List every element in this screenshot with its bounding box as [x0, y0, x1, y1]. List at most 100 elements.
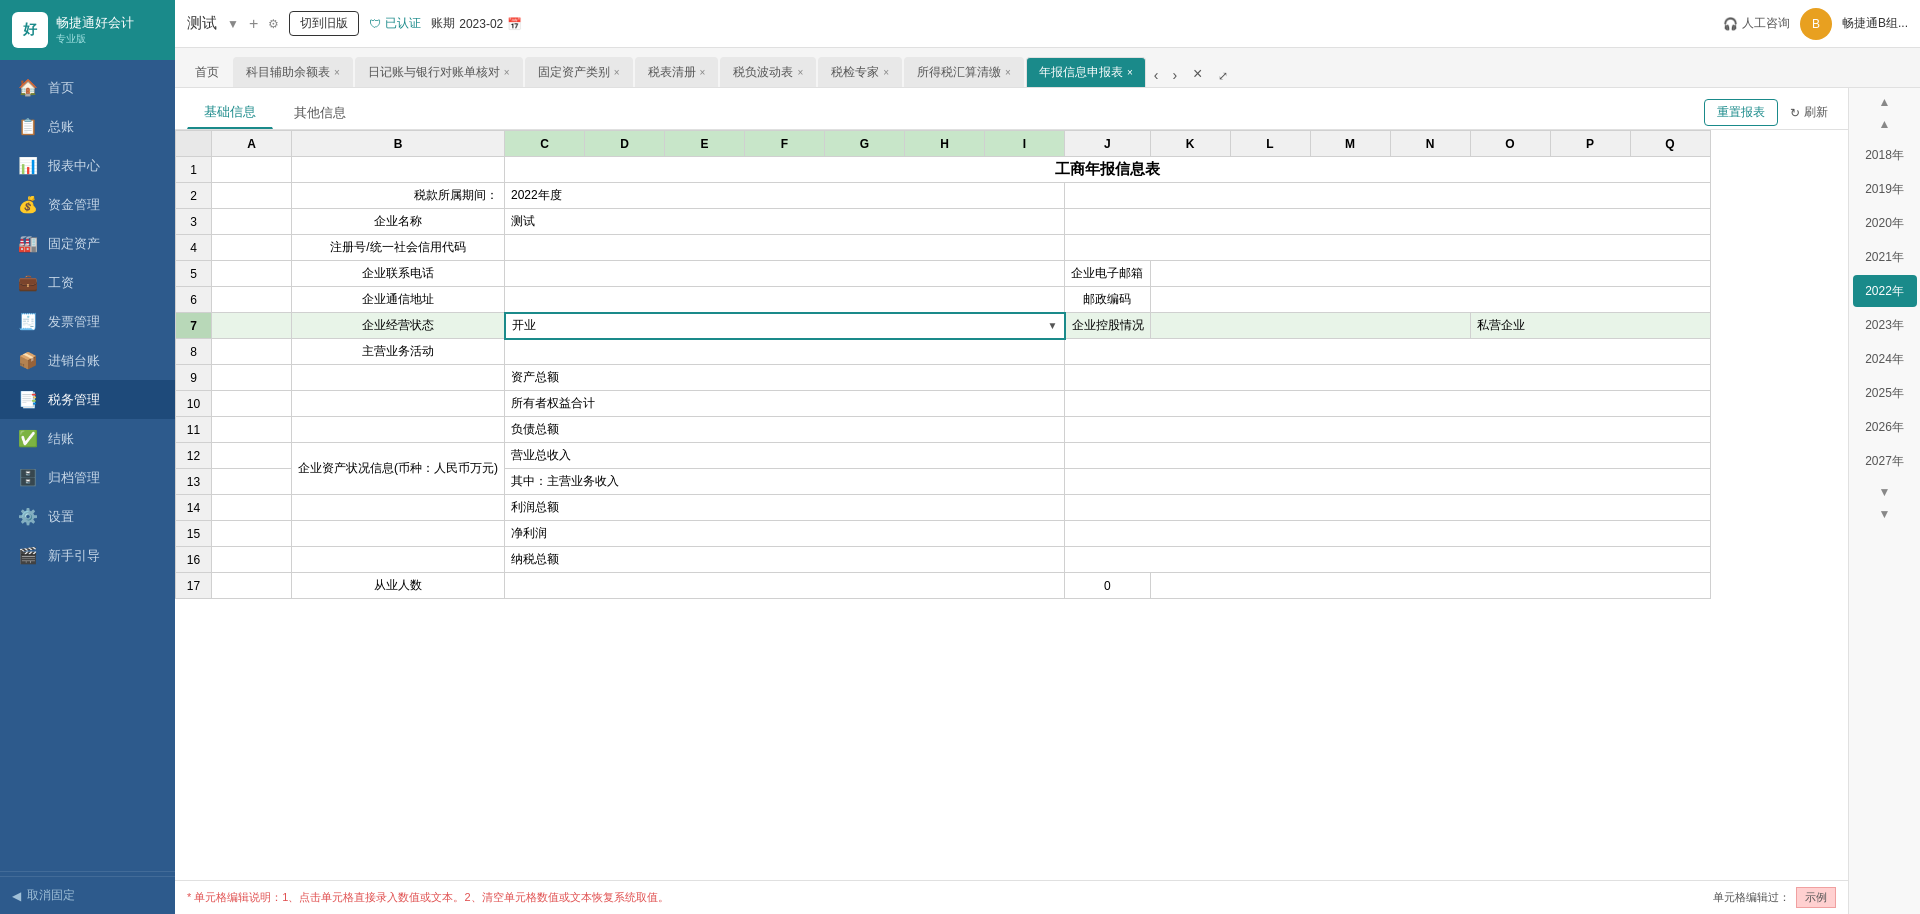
col-header-c[interactable]: C — [505, 131, 585, 157]
spreadsheet-title-cell[interactable]: 工商年报信息表 — [505, 157, 1711, 183]
year-item-2026[interactable]: 2026年 — [1853, 411, 1917, 443]
year-panel-nav-bottom: ▼ ▼ — [1849, 478, 1920, 528]
col-header-f[interactable]: F — [745, 131, 825, 157]
tab-income-tax-close-icon[interactable]: × — [1005, 67, 1011, 78]
sidebar-logo: 好 畅捷通好会计 专业版 — [0, 0, 175, 60]
tab-income-tax[interactable]: 所得税汇算清缴 × — [904, 57, 1024, 87]
add-workspace-button[interactable]: + — [249, 15, 258, 33]
sidebar-label-tax: 税务管理 — [48, 391, 100, 409]
tab-journal-close-icon[interactable]: × — [504, 67, 510, 78]
year-item-2019[interactable]: 2019年 — [1853, 173, 1917, 205]
year-scroll-up-button[interactable]: ▲ — [1867, 92, 1903, 112]
col-header-p[interactable]: P — [1550, 131, 1630, 157]
col-header-l[interactable]: L — [1230, 131, 1310, 157]
settings-gear-icon[interactable]: ⚙ — [268, 17, 279, 31]
tab-next-button[interactable]: › — [1166, 63, 1183, 87]
col-header-d[interactable]: D — [585, 131, 665, 157]
year-item-2020[interactable]: 2020年 — [1853, 207, 1917, 239]
year-scroll-down-button[interactable]: ▼ — [1867, 482, 1903, 502]
tab-aux[interactable]: 科目辅助余额表 × — [233, 57, 353, 87]
tab-expand-button[interactable]: ⤢ — [1212, 65, 1234, 87]
headset-icon: 🎧 — [1723, 17, 1738, 31]
col-header-m[interactable]: M — [1310, 131, 1390, 157]
sidebar-item-reports[interactable]: 📊报表中心 — [0, 146, 175, 185]
sidebar-item-inventory[interactable]: 📦进销台账 — [0, 341, 175, 380]
calendar-icon[interactable]: 📅 — [507, 17, 522, 31]
year-item-2024[interactable]: 2024年 — [1853, 343, 1917, 375]
spreadsheet-scroll-area[interactable]: A B C D E F G H I J K L M — [175, 130, 1848, 880]
tab-close-all-button[interactable]: × — [1185, 61, 1210, 87]
tab-fixed-asset-type[interactable]: 固定资产类别 × — [525, 57, 633, 87]
sub-tab-other-label: 其他信息 — [294, 105, 346, 120]
reset-report-button[interactable]: 重置报表 — [1704, 99, 1778, 126]
tax-icon: 📑 — [18, 390, 38, 409]
workspace-chevron-icon[interactable]: ▼ — [227, 17, 239, 31]
year-scroll-down2-button[interactable]: ▼ — [1867, 504, 1903, 524]
sidebar-item-payroll[interactable]: 💼工资 — [0, 263, 175, 302]
sub-tab-basic[interactable]: 基础信息 — [187, 96, 273, 129]
year-item-2023[interactable]: 2023年 — [1853, 309, 1917, 341]
col-header-n[interactable]: N — [1390, 131, 1470, 157]
tab-annual-report-close-icon[interactable]: × — [1127, 67, 1133, 78]
ai-consult-button[interactable]: 🎧 人工咨询 — [1723, 15, 1790, 32]
col-header-index — [176, 131, 212, 157]
tab-home[interactable]: 首页 — [183, 58, 231, 87]
table-row: 8 主营业务活动 — [176, 339, 1711, 365]
tab-prev-button[interactable]: ‹ — [1148, 63, 1165, 87]
tab-tax-expert-close-icon[interactable]: × — [883, 67, 889, 78]
top-bar: 测试 ▼ + ⚙ 切到旧版 🛡 已认证 账期 2023-02 📅 🎧 人工咨询 … — [175, 0, 1920, 48]
tab-fixed-asset-type-close-icon[interactable]: × — [614, 67, 620, 78]
sidebar-item-fixed_assets[interactable]: 🏭固定资产 — [0, 224, 175, 263]
year-item-2027[interactable]: 2027年 — [1853, 445, 1917, 477]
ai-consult-label: 人工咨询 — [1742, 15, 1790, 32]
col-header-j[interactable]: J — [1065, 131, 1151, 157]
row-num-13: 13 — [176, 469, 212, 495]
col-header-g[interactable]: G — [825, 131, 905, 157]
tab-aux-close-icon[interactable]: × — [334, 67, 340, 78]
table-row: 10 所有者权益合计 — [176, 391, 1711, 417]
table-row: 5 企业联系电话 企业电子邮箱 — [176, 261, 1711, 287]
spreadsheet-container: 基础信息 其他信息 重置报表 ↻ 刷新 A — [175, 88, 1848, 914]
tab-tax-expert[interactable]: 税检专家 × — [818, 57, 902, 87]
year-item-2021[interactable]: 2021年 — [1853, 241, 1917, 273]
tab-tax-clearance[interactable]: 税表清册 × — [635, 57, 719, 87]
sidebar-item-settings[interactable]: ⚙️设置 — [0, 497, 175, 536]
year-panel: ▲ ▲ 2018年 2019年 2020年 2021年 2022年 2023年 … — [1848, 88, 1920, 914]
sidebar-item-funds[interactable]: 💰资金管理 — [0, 185, 175, 224]
tab-income-tax-label: 所得税汇算清缴 — [917, 64, 1001, 81]
sub-tab-other[interactable]: 其他信息 — [277, 97, 363, 128]
sidebar-nav: 🏠首页📋总账📊报表中心💰资金管理🏭固定资产💼工资🧾发票管理📦进销台账 📑 税务管理 ✅… — [0, 60, 175, 867]
col-header-e[interactable]: E — [665, 131, 745, 157]
refresh-button[interactable]: ↻ 刷新 — [1782, 100, 1836, 125]
year-item-2025[interactable]: 2025年 — [1853, 377, 1917, 409]
tab-annual-report[interactable]: 年报信息申报表 × — [1026, 57, 1146, 87]
tab-journal[interactable]: 日记账与银行对账单核对 × — [355, 57, 523, 87]
col-header-a[interactable]: A — [212, 131, 292, 157]
col-header-h[interactable]: H — [905, 131, 985, 157]
sidebar-item-home[interactable]: 🏠首页 — [0, 68, 175, 107]
verified-text: 已认证 — [385, 15, 421, 32]
col-header-o[interactable]: O — [1470, 131, 1550, 157]
tab-tax-clearance-close-icon[interactable]: × — [700, 67, 706, 78]
col-header-i[interactable]: I — [985, 131, 1065, 157]
year-item-2022[interactable]: 2022年 — [1853, 275, 1917, 307]
col-header-q[interactable]: Q — [1630, 131, 1710, 157]
col-header-k[interactable]: K — [1150, 131, 1230, 157]
tab-tax-wave-close-icon[interactable]: × — [797, 67, 803, 78]
sidebar-item-invoice[interactable]: 🧾发票管理 — [0, 302, 175, 341]
business-status-dropdown[interactable]: 开业 ▼ — [512, 317, 1058, 334]
sidebar-item-tax[interactable]: 📑 税务管理 — [0, 380, 175, 419]
sidebar-label-home: 首页 — [48, 79, 74, 97]
sidebar-unpin[interactable]: ◀ 取消固定 — [0, 876, 175, 914]
year-scroll-up2-button[interactable]: ▲ — [1867, 114, 1903, 134]
tab-tax-wave[interactable]: 税负波动表 × — [720, 57, 816, 87]
status-bar: * 单元格编辑说明：1、点击单元格直接录入数值或文本。2、清空单元格数值或文本恢… — [175, 880, 1848, 914]
switch-old-version-button[interactable]: 切到旧版 — [289, 11, 359, 36]
sidebar-item-closing[interactable]: ✅结账 — [0, 419, 175, 458]
refresh-icon: ↻ — [1790, 106, 1800, 120]
sidebar-item-newbie[interactable]: 🎬新手引导 — [0, 536, 175, 575]
sidebar-item-archive[interactable]: 🗄️归档管理 — [0, 458, 175, 497]
sidebar-item-ledger[interactable]: 📋总账 — [0, 107, 175, 146]
year-item-2018[interactable]: 2018年 — [1853, 139, 1917, 171]
col-header-b[interactable]: B — [292, 131, 505, 157]
